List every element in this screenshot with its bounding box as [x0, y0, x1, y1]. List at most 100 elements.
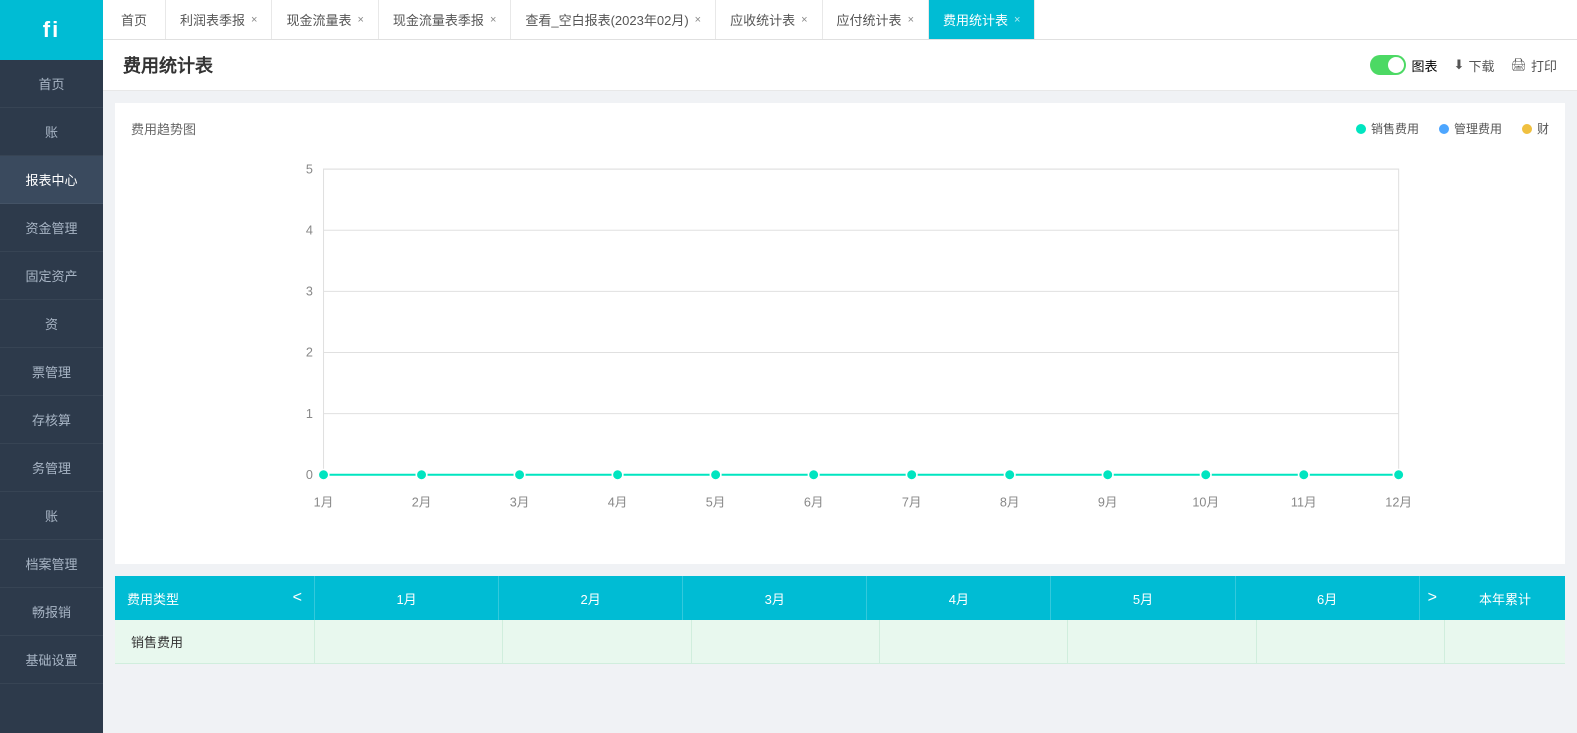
- svg-text:3月: 3月: [510, 495, 530, 509]
- sidebar-item-fixed-assets[interactable]: 固定资产: [0, 252, 103, 300]
- svg-text:2月: 2月: [412, 495, 432, 509]
- svg-text:4月: 4月: [608, 495, 628, 509]
- svg-text:1月: 1月: [314, 495, 334, 509]
- svg-text:5月: 5月: [706, 495, 726, 509]
- header-actions: 图表 ⬇ 下载 🖨 打印: [1370, 55, 1557, 75]
- legend-sales: 销售费用: [1356, 120, 1419, 137]
- sidebar-item-settings[interactable]: 基础设置: [0, 636, 103, 684]
- table-section: 费用类型 < 1月 2月 3月 4月 5月 6月 > 本年累计 销售费用: [115, 576, 1565, 664]
- print-button[interactable]: 🖨 打印: [1510, 56, 1557, 75]
- content-area: 费用统计表 图表 ⬇ 下载 🖨 打印 费用趋势图: [103, 40, 1577, 733]
- print-icon: 🖨: [1510, 57, 1527, 73]
- prev-arrow[interactable]: <: [293, 589, 302, 607]
- tab-close-expense-stat[interactable]: ×: [1014, 14, 1020, 26]
- sidebar-item-archive[interactable]: 档案管理: [0, 540, 103, 588]
- sidebar-item-account[interactable]: 账: [0, 492, 103, 540]
- th-m5: 5月: [1051, 576, 1235, 620]
- legend-finance: 财: [1522, 120, 1549, 137]
- svg-text:1: 1: [306, 407, 313, 421]
- sidebar-item-ledger[interactable]: 账: [0, 108, 103, 156]
- chart-container: 0 1 2 3 4 5 1月 2月 3月 4月 5月 6月 7月 8月 9: [131, 148, 1549, 548]
- th-m4: 4月: [867, 576, 1051, 620]
- sidebar-item-fund-mgmt[interactable]: 资金管理: [0, 204, 103, 252]
- chart-svg: 0 1 2 3 4 5 1月 2月 3月 4月 5月 6月 7月 8月 9: [131, 148, 1549, 538]
- page-title: 费用统计表: [123, 52, 213, 78]
- th-m1: 1月: [315, 576, 499, 620]
- th-m2: 2月: [499, 576, 683, 620]
- th-category-label: 费用类型: [127, 589, 179, 608]
- chart-header: 费用趋势图 销售费用 管理费用 财: [131, 119, 1549, 138]
- tab-close-payable[interactable]: ×: [908, 14, 914, 26]
- legend-dot-admin: [1439, 124, 1449, 134]
- tab-close-cashflow[interactable]: ×: [357, 14, 363, 26]
- tab-blank-report[interactable]: 查看_空白报表(2023年02月) ×: [511, 0, 716, 39]
- th-category: 费用类型 <: [115, 576, 315, 620]
- tab-close-profit-quarter[interactable]: ×: [251, 14, 257, 26]
- td-m2-sales: [503, 620, 691, 663]
- svg-text:6月: 6月: [804, 495, 824, 509]
- svg-text:5: 5: [306, 162, 313, 176]
- svg-text:4: 4: [306, 223, 313, 237]
- th-m6: 6月: [1236, 576, 1420, 620]
- chart-section: 费用趋势图 销售费用 管理费用 财: [115, 103, 1565, 564]
- td-ytd-sales: [1445, 620, 1565, 663]
- td-m3-sales: [692, 620, 880, 663]
- sidebar-logo: fi: [0, 0, 103, 60]
- svg-text:2: 2: [306, 346, 313, 360]
- sidebar-item-home[interactable]: 首页: [0, 60, 103, 108]
- print-label: 打印: [1531, 56, 1557, 75]
- sidebar: fi 首页 账 报表中心 资金管理 固定资产 资 票管理 存核算 务管理 账 档…: [0, 0, 103, 733]
- svg-text:3: 3: [306, 285, 313, 299]
- download-icon: ⬇: [1454, 57, 1465, 73]
- legend-admin: 管理费用: [1439, 120, 1502, 137]
- legend-dot-sales: [1356, 124, 1366, 134]
- legend-label-finance: 财: [1537, 120, 1549, 137]
- svg-text:9月: 9月: [1098, 495, 1118, 509]
- sidebar-item-expense[interactable]: 畅报销: [0, 588, 103, 636]
- chart-toggle-wrap: 图表: [1370, 55, 1438, 75]
- td-m1-sales: [315, 620, 503, 663]
- svg-text:10月: 10月: [1192, 495, 1219, 509]
- main-area: 首页 利润表季报 × 现金流量表 × 现金流量表季报 × 查看_空白报表(202…: [103, 0, 1577, 733]
- svg-text:12月: 12月: [1385, 495, 1412, 509]
- tab-payable[interactable]: 应付统计表 ×: [823, 0, 929, 39]
- legend-label-sales: 销售费用: [1371, 120, 1419, 137]
- chart-legend: 销售费用 管理费用 财: [1356, 120, 1549, 137]
- tab-expense-stat[interactable]: 费用统计表 ×: [929, 0, 1035, 39]
- tab-home[interactable]: 首页: [103, 0, 166, 39]
- sidebar-item-ticket-mgmt[interactable]: 票管理: [0, 348, 103, 396]
- download-button[interactable]: ⬇ 下载: [1454, 56, 1495, 75]
- svg-text:11月: 11月: [1291, 495, 1317, 509]
- tab-close-blank-report[interactable]: ×: [695, 14, 701, 26]
- td-category-sales: 销售费用: [115, 620, 315, 663]
- chart-title: 费用趋势图: [131, 119, 196, 138]
- chart-toggle-label: 图表: [1412, 56, 1438, 75]
- th-m3: 3月: [683, 576, 867, 620]
- svg-text:0: 0: [306, 468, 313, 482]
- tab-profit-quarter[interactable]: 利润表季报 ×: [166, 0, 272, 39]
- tab-cashflow-quarter[interactable]: 现金流量表季报 ×: [379, 0, 511, 39]
- th-ytd: 本年累计: [1445, 576, 1565, 620]
- legend-label-admin: 管理费用: [1454, 120, 1502, 137]
- tab-close-receivable[interactable]: ×: [801, 14, 807, 26]
- table-header-row: 费用类型 < 1月 2月 3月 4月 5月 6月 > 本年累计: [115, 576, 1565, 620]
- svg-text:7月: 7月: [902, 495, 922, 509]
- tab-receivable[interactable]: 应收统计表 ×: [716, 0, 822, 39]
- page-header: 费用统计表 图表 ⬇ 下载 🖨 打印: [103, 40, 1577, 91]
- td-m4-sales: [880, 620, 1068, 663]
- sidebar-item-service-mgmt[interactable]: 务管理: [0, 444, 103, 492]
- legend-dot-finance: [1522, 124, 1532, 134]
- chart-toggle[interactable]: [1370, 55, 1406, 75]
- next-arrow[interactable]: >: [1420, 589, 1445, 607]
- sidebar-item-resources[interactable]: 资: [0, 300, 103, 348]
- svg-text:8月: 8月: [1000, 495, 1020, 509]
- table-row-sales: 销售费用: [115, 620, 1565, 664]
- td-m5-sales: [1068, 620, 1256, 663]
- tab-bar: 首页 利润表季报 × 现金流量表 × 现金流量表季报 × 查看_空白报表(202…: [103, 0, 1577, 40]
- td-m6-sales: [1257, 620, 1445, 663]
- tab-cashflow[interactable]: 现金流量表 ×: [272, 0, 378, 39]
- download-label: 下载: [1468, 56, 1494, 75]
- tab-close-cashflow-quarter[interactable]: ×: [490, 14, 496, 26]
- sidebar-item-report-center[interactable]: 报表中心: [0, 156, 103, 204]
- sidebar-item-inventory[interactable]: 存核算: [0, 396, 103, 444]
